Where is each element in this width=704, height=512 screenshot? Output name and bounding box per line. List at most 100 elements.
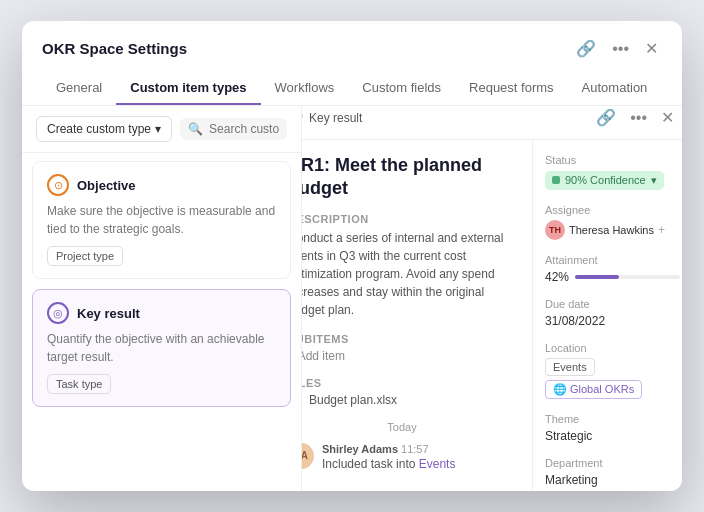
keyresult-card-header: ◎ Key result bbox=[47, 302, 276, 324]
comment-meta: Shirley Adams 11:57 bbox=[322, 443, 516, 455]
status-label: Status bbox=[545, 154, 680, 166]
objective-card-header: ⊙ Objective bbox=[47, 174, 276, 196]
create-label: Create custom type bbox=[47, 122, 151, 136]
keyresult-title: Key result bbox=[77, 306, 140, 321]
key-icon: 🔑 bbox=[302, 110, 303, 126]
description-label: Description bbox=[302, 213, 516, 225]
add-item-label: + Add item bbox=[302, 349, 345, 363]
main-window: OKR Space Settings 🔗 ••• ✕ General Custo… bbox=[22, 21, 682, 491]
due-date-value: 31/08/2022 bbox=[545, 314, 680, 328]
comment-content: Shirley Adams 11:57 Included task into E… bbox=[322, 443, 516, 471]
file-name: Budget plan.xlsx bbox=[309, 393, 397, 407]
attainment-fill bbox=[575, 275, 619, 279]
tab-workflows[interactable]: Workflows bbox=[261, 72, 349, 105]
tab-custom-item-types[interactable]: Custom item types bbox=[116, 72, 260, 105]
left-panel: Create custom type ▾ 🔍 ⊙ Objective Make … bbox=[22, 106, 302, 491]
content-area: Create custom type ▾ 🔍 ⊙ Objective Make … bbox=[22, 106, 682, 491]
nav-tabs: General Custom item types Workflows Cust… bbox=[42, 72, 662, 105]
objective-desc: Make sure the objective is measurable an… bbox=[47, 202, 276, 238]
status-value: 90% Confidence bbox=[565, 174, 646, 186]
description-text: Conduct a series of internal and externa… bbox=[302, 229, 516, 319]
detail-sidebar: Status 90% Confidence ▾ Assignee TH bbox=[532, 140, 682, 491]
comment-initials: SA bbox=[302, 450, 308, 461]
assignee-row: TH Theresa Hawkins + bbox=[545, 220, 680, 240]
theme-value: Strategic bbox=[545, 429, 680, 443]
subitems-label: Subitems bbox=[302, 333, 516, 345]
tag-events[interactable]: Events bbox=[545, 358, 595, 376]
attainment-label: Attainment bbox=[545, 254, 680, 266]
link-icon-btn[interactable]: 🔗 bbox=[572, 37, 600, 60]
objective-title: Objective bbox=[77, 178, 136, 193]
detail-link-btn[interactable]: 🔗 bbox=[592, 106, 620, 129]
comment-row: SA Shirley Adams 11:57 Included task int… bbox=[302, 443, 516, 471]
status-chevron: ▾ bbox=[651, 174, 657, 187]
assignee-label: Assignee bbox=[545, 204, 680, 216]
detail-header: 🔑 Key result 🔗 ••• ✕ bbox=[302, 106, 682, 140]
detail-overlay: 🔑 Key result 🔗 ••• ✕ KR1: Meet the plann… bbox=[302, 106, 682, 491]
status-dot bbox=[552, 176, 560, 184]
item-list: ⊙ Objective Make sure the objective is m… bbox=[22, 153, 301, 491]
objective-badge: Project type bbox=[47, 246, 123, 266]
keyresult-icon: ◎ bbox=[47, 302, 69, 324]
objective-icon: ⊙ bbox=[47, 174, 69, 196]
attainment-row: 42% bbox=[545, 270, 680, 284]
files-label: Files bbox=[302, 377, 516, 389]
due-date-section: Due date 31/08/2022 bbox=[545, 298, 680, 328]
keyresult-card[interactable]: ◎ Key result Quantify the objective with… bbox=[32, 289, 291, 407]
files-row: 📎 Budget plan.xlsx bbox=[302, 393, 516, 407]
assignee-name: Theresa Hawkins bbox=[569, 224, 654, 236]
department-section: Department Marketing bbox=[545, 457, 680, 487]
files-section: Files 📎 Budget plan.xlsx bbox=[302, 377, 516, 407]
keyresult-badge: Task type bbox=[47, 374, 111, 394]
attainment-bar bbox=[575, 275, 680, 279]
due-date-label: Due date bbox=[545, 298, 680, 310]
tag-row: Events 🌐Global OKRs bbox=[545, 358, 680, 399]
tab-general[interactable]: General bbox=[42, 72, 116, 105]
today-label: Today bbox=[387, 421, 416, 433]
theme-section: Theme Strategic bbox=[545, 413, 680, 443]
globe-icon: 🌐 bbox=[553, 383, 567, 396]
description-section: Description Conduct a series of internal… bbox=[302, 213, 516, 319]
comment-text: Included task into Events bbox=[322, 457, 516, 471]
tab-request-forms[interactable]: Request forms bbox=[455, 72, 568, 105]
location-label: Location bbox=[545, 342, 680, 354]
comment-text-prefix: Included task into bbox=[322, 457, 415, 471]
add-assignee-btn[interactable]: + bbox=[658, 223, 665, 237]
detail-title: KR1: Meet the planned budget bbox=[302, 154, 516, 201]
tag-global-okrs[interactable]: 🌐Global OKRs bbox=[545, 380, 642, 399]
search-icon: 🔍 bbox=[188, 122, 203, 136]
close-btn[interactable]: ✕ bbox=[641, 37, 662, 60]
search-box: 🔍 bbox=[180, 118, 287, 140]
objective-card[interactable]: ⊙ Objective Make sure the objective is m… bbox=[32, 161, 291, 279]
window-header: OKR Space Settings 🔗 ••• ✕ General Custo… bbox=[22, 21, 682, 106]
comment-link[interactable]: Events bbox=[419, 457, 456, 471]
department-label: Department bbox=[545, 457, 680, 469]
attainment-value: 42% bbox=[545, 270, 569, 284]
comment-time: 11:57 bbox=[401, 443, 429, 455]
more-options-btn[interactable]: ••• bbox=[608, 38, 633, 60]
status-badge[interactable]: 90% Confidence ▾ bbox=[545, 171, 664, 190]
tab-automation[interactable]: Automation bbox=[568, 72, 662, 105]
status-section: Status 90% Confidence ▾ bbox=[545, 154, 680, 190]
detail-header-actions: 🔗 ••• ✕ bbox=[592, 106, 678, 129]
search-input[interactable] bbox=[209, 122, 279, 136]
department-value: Marketing bbox=[545, 473, 680, 487]
keyresult-desc: Quantify the objective with an achievabl… bbox=[47, 330, 276, 366]
add-item-btn[interactable]: + Add item bbox=[302, 349, 345, 363]
key-result-label: Key result bbox=[309, 111, 362, 125]
comment-avatar: SA bbox=[302, 443, 314, 469]
window-actions: 🔗 ••• ✕ bbox=[572, 37, 662, 60]
location-section: Location Events 🌐Global OKRs bbox=[545, 342, 680, 399]
comment-author: Shirley Adams bbox=[322, 443, 398, 455]
detail-more-btn[interactable]: ••• bbox=[626, 107, 651, 129]
detail-body: KR1: Meet the planned budget Description… bbox=[302, 140, 682, 491]
tab-custom-fields[interactable]: Custom fields bbox=[348, 72, 455, 105]
today-divider: Today bbox=[302, 421, 516, 433]
create-custom-type-btn[interactable]: Create custom type ▾ bbox=[36, 116, 172, 142]
detail-header-left: 🔑 Key result bbox=[302, 110, 362, 126]
file-icon: 📎 bbox=[302, 393, 303, 407]
detail-main: KR1: Meet the planned budget Description… bbox=[302, 140, 532, 491]
assignee-section: Assignee TH Theresa Hawkins + bbox=[545, 204, 680, 240]
detail-close-btn[interactable]: ✕ bbox=[657, 106, 678, 129]
chevron-down-icon: ▾ bbox=[155, 122, 161, 136]
